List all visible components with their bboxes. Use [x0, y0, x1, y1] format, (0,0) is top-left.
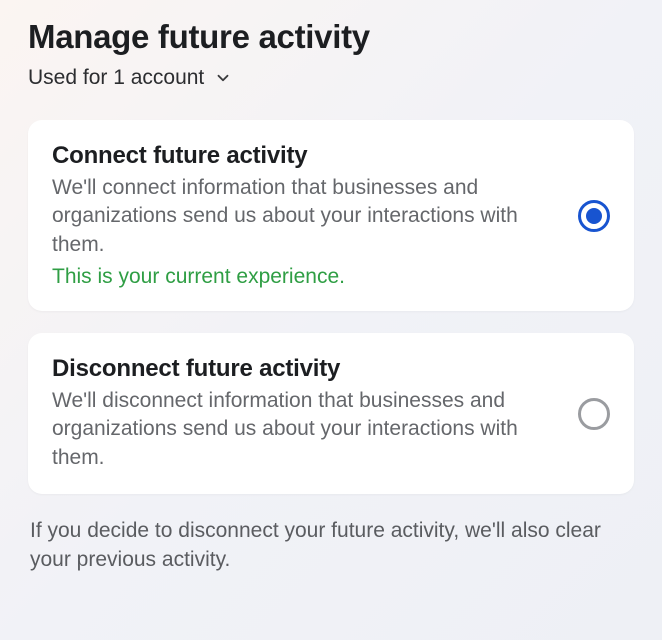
option-disconnect-body: Disconnect future activity We'll disconn…: [52, 355, 558, 472]
account-selector[interactable]: Used for 1 account: [28, 66, 634, 90]
option-disconnect[interactable]: Disconnect future activity We'll disconn…: [28, 333, 634, 494]
option-connect-title: Connect future activity: [52, 142, 558, 170]
option-connect-body: Connect future activity We'll connect in…: [52, 142, 558, 289]
option-connect[interactable]: Connect future activity We'll connect in…: [28, 120, 634, 311]
chevron-down-icon: [214, 69, 232, 87]
radio-selected-indicator: [586, 208, 602, 224]
option-connect-description: We'll connect information that businesse…: [52, 174, 558, 259]
radio-disconnect[interactable]: [578, 398, 610, 430]
option-disconnect-description: We'll disconnect information that busine…: [52, 387, 558, 472]
account-selector-label: Used for 1 account: [28, 66, 204, 90]
page-title: Manage future activity: [28, 18, 634, 56]
option-disconnect-title: Disconnect future activity: [52, 355, 558, 383]
radio-connect[interactable]: [578, 200, 610, 232]
option-connect-note: This is your current experience.: [52, 265, 558, 289]
footer-note: If you decide to disconnect your future …: [28, 516, 634, 575]
